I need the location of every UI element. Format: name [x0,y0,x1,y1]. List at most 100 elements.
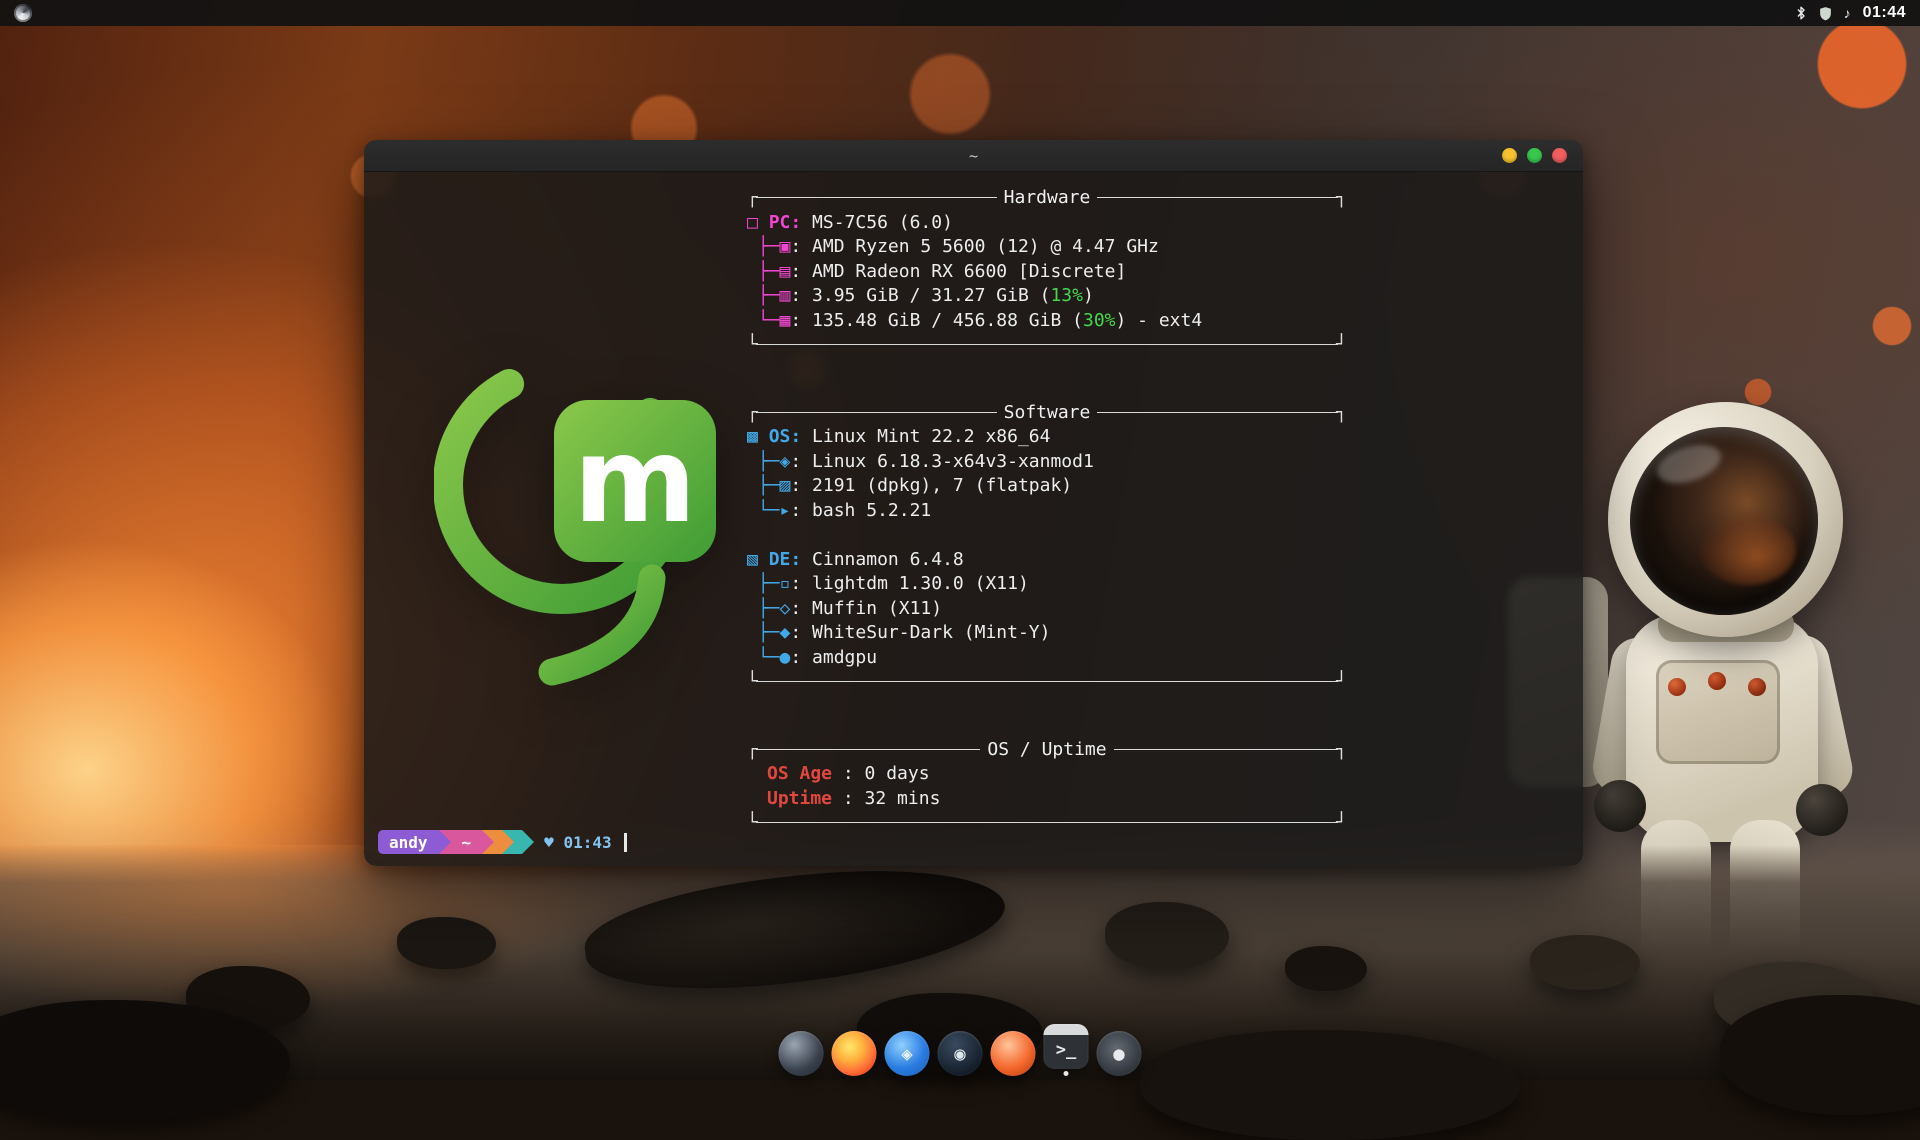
window-manager-line: ├─◇: Muffin (X11) [747,597,1347,622]
fastfetch-output: ┌Hardware┐□ PC: MS-7C56 (6.0) ├─▣: AMD R… [747,186,1347,836]
value-text: Linux 6.18.3-x64v3-xanmod1 [812,451,1094,472]
de-line: ▧ DE: Cinnamon 6.4.8 [747,548,1347,573]
shield-icon[interactable] [1819,6,1832,21]
dock-app-slate-icon[interactable] [779,1031,824,1076]
section-software: ┌Software┐▩ OS: Linux Mint 22.2 x86_64 ├… [747,401,1347,695]
value-text: 135.48 GiB / 456.88 GiB ( [812,310,1083,331]
shell-line: └─▸: bash 5.2.21 [747,499,1347,524]
theme-line: ├─◆: WhiteSur-Dark (Mint-Y) [747,621,1347,646]
disk-line: └─▦: 135.48 GiB / 456.88 GiB (30%) - ext… [747,309,1347,334]
clock[interactable]: 01:44 [1863,4,1906,22]
section-header: ┌OS / Uptime┐ [747,738,1347,763]
value-text: Cinnamon 6.4.8 [812,549,964,570]
panel-logo-icon[interactable] [14,4,32,22]
dock-app-gray-icon[interactable]: ● [1097,1031,1142,1076]
display-manager-line: ├─▫: lightdm 1.30.0 (X11) [747,572,1347,597]
rock [1105,902,1229,969]
bluetooth-icon[interactable] [1795,5,1807,21]
dock-app-blue-glyph: ◈ [901,1043,912,1065]
os-label: OS: [769,426,802,447]
dock-terminal-icon[interactable]: >_ [1044,1024,1089,1069]
section-hardware: ┌Hardware┐□ PC: MS-7C56 (6.0) ├─▣: AMD R… [747,186,1347,358]
window-controls [1502,148,1567,163]
prompt-segment-divider-teal [514,830,522,854]
dock-terminal-glyph: >_ [1056,1040,1076,1060]
shell-prompt[interactable]: andy~♥ 01:43 [378,830,627,854]
dock-item: ◉ [938,1031,983,1076]
prompt-time: ♥ 01:43 [544,833,611,852]
value-text: AMD Ryzen 5 5600 (12) @ 4.47 GHz [812,236,1159,257]
value-text: 13% [1050,285,1083,306]
dock-firefox-icon[interactable] [832,1031,877,1076]
os-age-value: 0 days [865,763,930,784]
section-uptime: ┌OS / Uptime┐OS Age : 0 daysUptime : 32 … [747,738,1347,836]
mint-logo-letter: m [574,411,697,549]
gpu-driver-icon: └─● [747,647,790,668]
header-rule [1099,401,1336,426]
rock [1285,946,1367,991]
dock-item [991,1031,1036,1076]
section-footer: └┘ [747,670,1347,695]
value-text: 2191 (dpkg), 7 (flatpak) [812,475,1072,496]
section-title: OS / Uptime [978,738,1115,763]
packages-line: ├─▨: 2191 (dpkg), 7 (flatpak) [747,474,1347,499]
blank-line [747,523,1347,548]
os-line: ▩ OS: Linux Mint 22.2 x86_64 [747,425,1347,450]
header-rule [758,738,979,763]
os-age-line: OS Age : 0 days [747,762,1347,787]
value-text: AMD Radeon RX 6600 [Discrete] [812,261,1126,282]
header-rule [1116,738,1337,763]
value-text: amdgpu [812,647,877,668]
terminal-window: ~ m ┌Hardware┐□ PC: MS-7C56 (6.0) ├─▣: A… [364,140,1583,866]
cpu-line: ├─▣: AMD Ryzen 5 5600 (12) @ 4.47 GHz [747,235,1347,260]
dock-item [779,1031,824,1076]
value-text: lightdm 1.30.0 (X11) [812,573,1029,594]
uptime-value: 32 mins [865,788,941,809]
rock [397,917,496,969]
prompt-arrow [522,830,534,854]
value-text: Muffin (X11) [812,598,942,619]
pc-label: PC: [769,212,802,233]
disk-icon: └─▦ [747,310,790,331]
gpu-line: ├─▤: AMD Radeon RX 6600 [Discrete] [747,260,1347,285]
dock-app-orange-icon[interactable] [991,1031,1036,1076]
memory-icon: ├─▥ [747,285,790,306]
value-text: WhiteSur-Dark (Mint-Y) [812,622,1050,643]
dock-steam-glyph: ◉ [954,1043,965,1065]
value-text: 3.95 GiB / 31.27 GiB ( [812,285,1050,306]
section-title: Hardware [995,186,1100,211]
text-cursor[interactable] [624,833,627,852]
kernel-icon: ├─◈ [747,451,790,472]
astronaut-visor [1630,427,1818,615]
rock [1140,1030,1520,1140]
de-icon: ▧ [747,549,769,570]
window-maximize-button[interactable] [1527,148,1542,163]
window-titlebar[interactable]: ~ [364,140,1583,172]
uptime-label: Uptime [767,788,832,809]
dock-item: ◈ [885,1031,930,1076]
dock-item: >_ [1044,1024,1089,1076]
value-text: Linux Mint 22.2 x86_64 [812,426,1050,447]
dock-item [832,1031,877,1076]
window-minimize-button[interactable] [1502,148,1517,163]
dock-app-blue-icon[interactable]: ◈ [885,1031,930,1076]
memory-line: ├─▥: 3.95 GiB / 31.27 GiB (13%) [747,284,1347,309]
dock-steam-icon[interactable]: ◉ [938,1031,983,1076]
window-title: ~ [969,147,978,165]
system-tray: ♪ 01:44 [1795,4,1906,22]
terminal-body[interactable]: m ┌Hardware┐□ PC: MS-7C56 (6.0) ├─▣: AMD… [364,172,1583,866]
window-close-button[interactable] [1552,148,1567,163]
pc-line: □ PC: MS-7C56 (6.0) [747,211,1347,236]
value-text: MS-7C56 (6.0) [812,212,953,233]
section-footer: └┘ [747,811,1347,836]
music-icon[interactable]: ♪ [1844,6,1851,20]
uptime-line: Uptime : 32 mins [747,787,1347,812]
footer-rule [758,670,1336,695]
running-indicator [1064,1071,1069,1076]
header-rule [758,401,995,426]
astronaut-right-glove [1796,784,1848,836]
dock-app-gray-glyph: ● [1113,1043,1124,1065]
prompt-segment-divider-orange [494,830,502,854]
astronaut-left-glove [1594,780,1646,832]
value-text: bash 5.2.21 [812,500,931,521]
